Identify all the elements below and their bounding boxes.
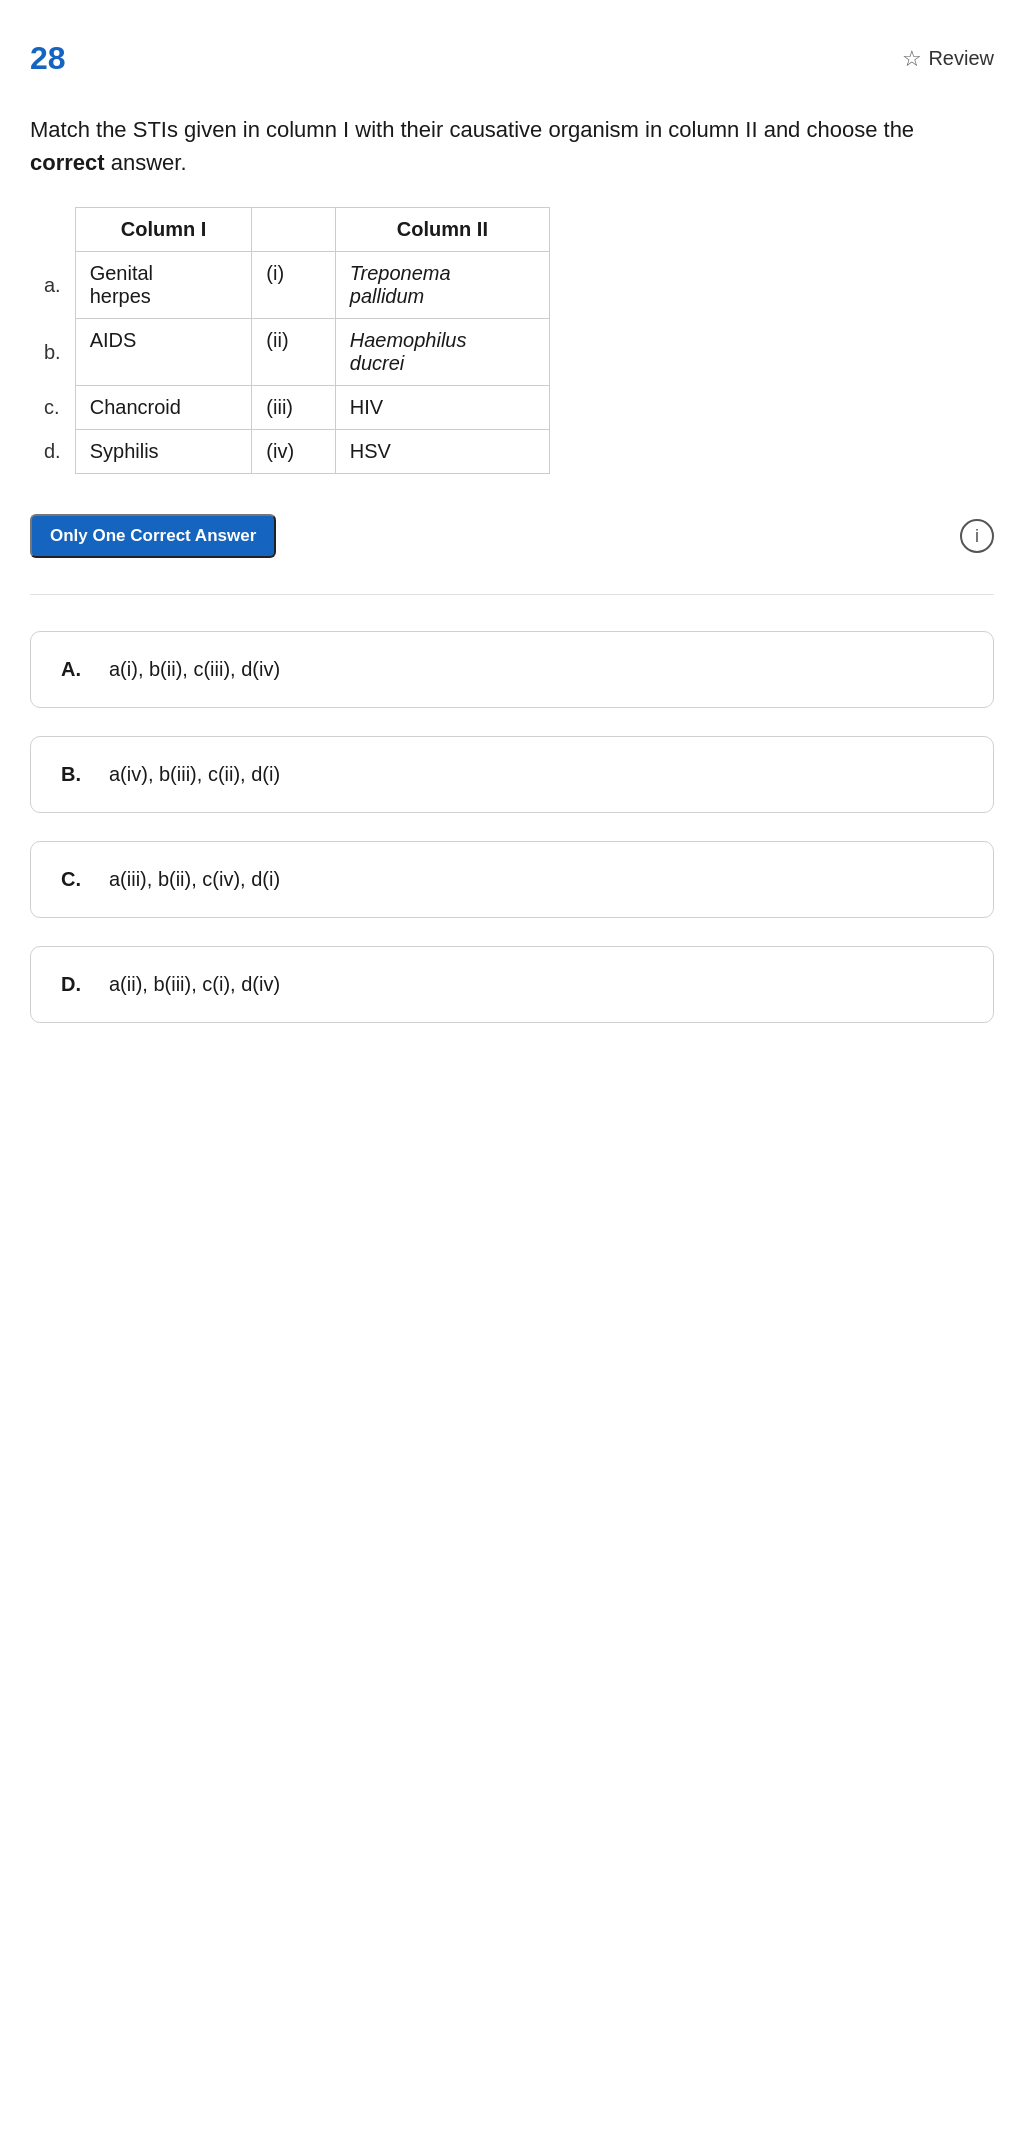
option-c-text: a(iii), b(ii), c(iv), d(i) — [109, 868, 280, 891]
option-c[interactable]: C. a(iii), b(ii), c(iv), d(i) — [30, 841, 994, 918]
info-icon[interactable]: i — [960, 519, 994, 553]
question-text-after: answer. — [105, 150, 187, 175]
row-label-a: a. — [30, 252, 75, 319]
table-row: d. Syphilis (iv) HSV — [30, 430, 550, 474]
col1-a: Genitalherpes — [75, 252, 252, 319]
option-c-label: C. — [61, 868, 89, 891]
col2-c: HIV — [335, 386, 549, 430]
table-row: a. Genitalherpes (i) Treponemapallidum — [30, 252, 550, 319]
table-row: b. AIDS (ii) Haemophilusducrei — [30, 319, 550, 386]
divider — [30, 594, 994, 595]
table-empty-header — [30, 208, 75, 252]
info-symbol: i — [975, 526, 979, 547]
col1-d: Syphilis — [75, 430, 252, 474]
badge-row: Only One Correct Answer i — [30, 514, 994, 558]
question-text: Match the STIs given in column I with th… — [30, 113, 994, 179]
option-d-label: D. — [61, 973, 89, 996]
option-d-text: a(ii), b(iii), c(i), d(iv) — [109, 973, 280, 996]
roman-d: (iv) — [252, 430, 335, 474]
review-label: Review — [928, 47, 994, 70]
matching-table: Column I Column II a. Genitalherpes (i) … — [30, 207, 550, 474]
col1-c: Chancroid — [75, 386, 252, 430]
page-header: 28 ☆ Review — [30, 40, 994, 77]
row-label-c: c. — [30, 386, 75, 430]
option-a-label: A. — [61, 658, 89, 681]
col2-a: Treponemapallidum — [335, 252, 549, 319]
column1-header: Column I — [75, 208, 252, 252]
review-button[interactable]: ☆ Review — [902, 46, 994, 72]
roman-a: (i) — [252, 252, 335, 319]
option-b[interactable]: B. a(iv), b(iii), c(ii), d(i) — [30, 736, 994, 813]
roman-b: (ii) — [252, 319, 335, 386]
table-row: c. Chancroid (iii) HIV — [30, 386, 550, 430]
table-roman-header — [252, 208, 335, 252]
option-b-text: a(iv), b(iii), c(ii), d(i) — [109, 763, 280, 786]
options-container: A. a(i), b(ii), c(iii), d(iv) B. a(iv), … — [30, 631, 994, 1023]
col2-b: Haemophilusducrei — [335, 319, 549, 386]
question-number: 28 — [30, 40, 66, 77]
row-label-b: b. — [30, 319, 75, 386]
row-label-d: d. — [30, 430, 75, 474]
star-icon: ☆ — [902, 46, 922, 72]
option-b-label: B. — [61, 763, 89, 786]
question-bold: correct — [30, 150, 105, 175]
option-a-text: a(i), b(ii), c(iii), d(iv) — [109, 658, 280, 681]
only-one-correct-badge[interactable]: Only One Correct Answer — [30, 514, 276, 558]
roman-c: (iii) — [252, 386, 335, 430]
col1-b: AIDS — [75, 319, 252, 386]
col2-d: HSV — [335, 430, 549, 474]
column2-header: Column II — [335, 208, 549, 252]
option-a[interactable]: A. a(i), b(ii), c(iii), d(iv) — [30, 631, 994, 708]
option-d[interactable]: D. a(ii), b(iii), c(i), d(iv) — [30, 946, 994, 1023]
question-text-before: Match the STIs given in column I with th… — [30, 117, 914, 142]
